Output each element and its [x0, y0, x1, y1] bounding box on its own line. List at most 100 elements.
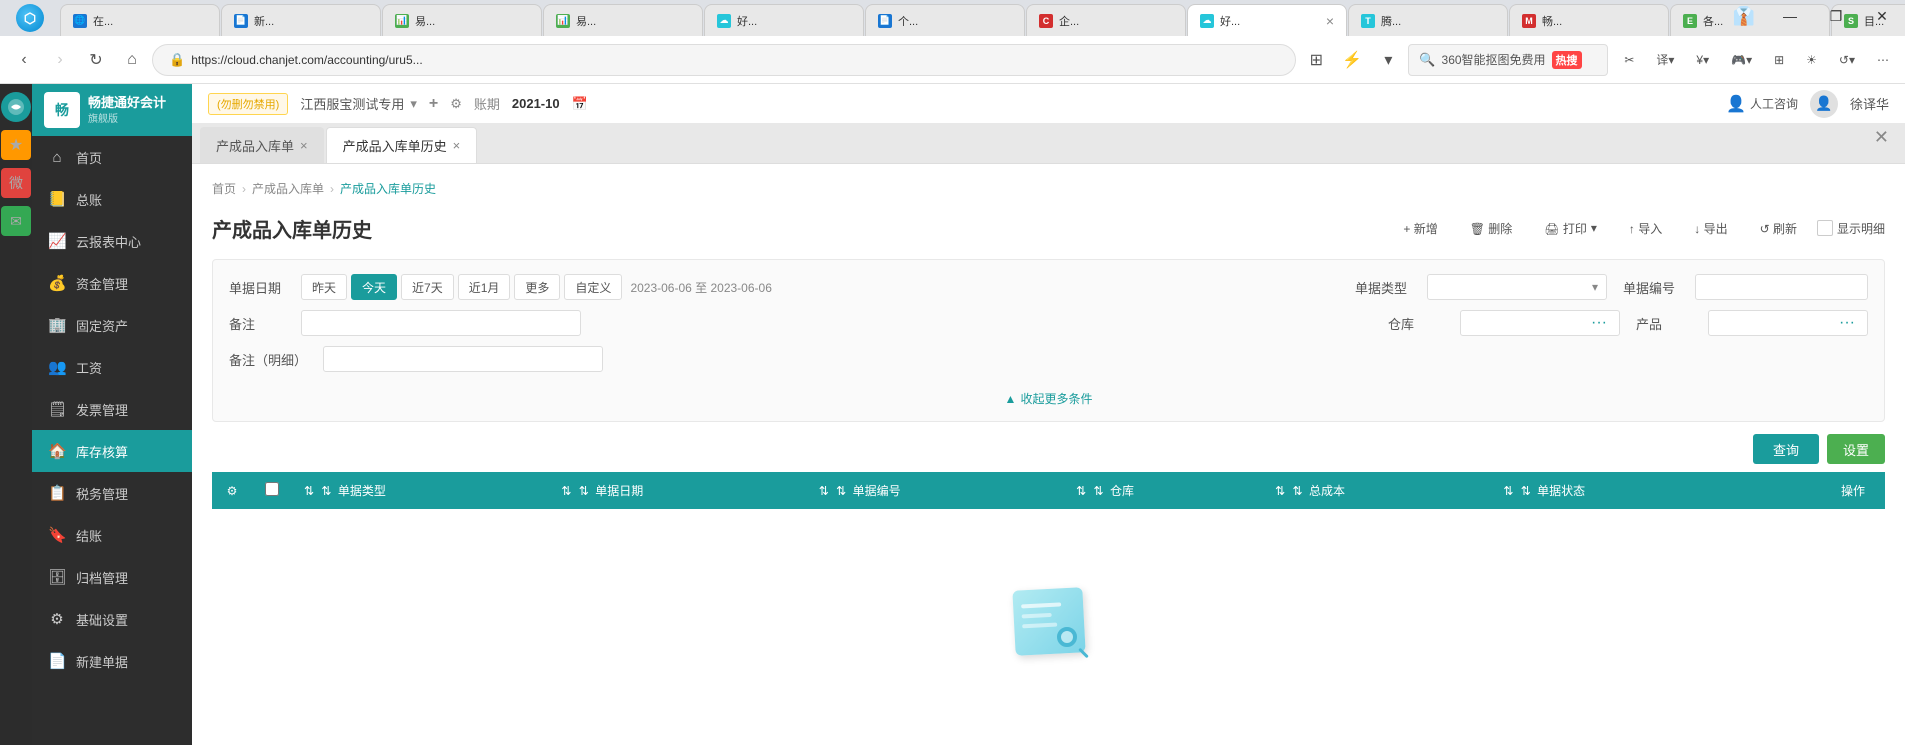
- add-company-button[interactable]: +: [429, 95, 438, 113]
- content-tabs: 产成品入库单 × 产成品入库单历史 × ✕: [192, 124, 1905, 164]
- sidebar-item-tax-label: 税务管理: [76, 484, 128, 503]
- display-checkbox[interactable]: [1817, 220, 1833, 236]
- table-col-status[interactable]: ⇅ 单据状态: [1491, 472, 1748, 509]
- tab-t10[interactable]: M 畅...: [1509, 4, 1669, 36]
- tab-t9[interactable]: T 腾...: [1348, 4, 1508, 36]
- sidebar-item-inventory[interactable]: 🏠 库存核算: [32, 430, 192, 472]
- print-dropdown-button[interactable]: 🖨 打印 ▾: [1532, 213, 1609, 243]
- export-button[interactable]: ↓ 导出: [1682, 213, 1739, 243]
- sidebar-item-assets[interactable]: 🏢 固定资产: [32, 304, 192, 346]
- table-col-date[interactable]: ⇅ 单据日期: [549, 472, 806, 509]
- sidebar-item-ledger[interactable]: 📒 总账: [32, 178, 192, 220]
- voucher-type-select[interactable]: ▾: [1427, 274, 1607, 300]
- date-btn-7days[interactable]: 近7天: [401, 274, 454, 300]
- sidebar-item-payroll[interactable]: 👥 工资: [32, 346, 192, 388]
- tab-t5[interactable]: ☁ 好...: [704, 4, 864, 36]
- remark-input[interactable]: [301, 310, 581, 336]
- sidebar-star-btn[interactable]: ★: [1, 130, 31, 160]
- sidebar-header[interactable]: 畅 畅捷通好会计 旗舰版: [32, 84, 192, 136]
- company-selector[interactable]: 江西服宝测试专用 ▾: [300, 94, 417, 113]
- date-btn-custom[interactable]: 自定义: [564, 274, 622, 300]
- home-button[interactable]: ⌂: [116, 44, 148, 76]
- tab-t2[interactable]: 📄 新...: [221, 4, 381, 36]
- tab-t6[interactable]: 📄 个...: [865, 4, 1025, 36]
- scissors-toolbar-btn[interactable]: ✂: [1616, 44, 1642, 76]
- game-toolbar-btn[interactable]: 🎮▾: [1723, 44, 1760, 76]
- table-col-no[interactable]: ⇅ 单据编号: [807, 472, 1064, 509]
- date-btn-today[interactable]: 今天: [351, 274, 397, 300]
- table-col-cost[interactable]: ⇅ 总成本: [1263, 472, 1491, 509]
- sidebar-mail-btn[interactable]: ✉: [1, 206, 31, 236]
- tab-t4[interactable]: 📊 易...: [543, 4, 703, 36]
- product-select[interactable]: ···: [1708, 310, 1868, 336]
- tab-close-t8[interactable]: ×: [1326, 13, 1334, 29]
- panel-close-button[interactable]: ✕: [1874, 128, 1889, 146]
- sidebar-item-funds[interactable]: 💰 资金管理: [32, 262, 192, 304]
- tab-voucher-history-close[interactable]: ×: [453, 138, 461, 153]
- query-button[interactable]: 查询: [1753, 434, 1819, 464]
- sidebar-weibo-btn[interactable]: 微: [1, 168, 31, 198]
- tab-voucher-history[interactable]: 产成品入库单历史 ×: [326, 127, 478, 163]
- tab-t3[interactable]: 📊 易...: [382, 4, 542, 36]
- tab-t8[interactable]: ☁ 好... ×: [1187, 4, 1347, 36]
- forward-button[interactable]: ›: [44, 44, 76, 76]
- undo-toolbar-btn[interactable]: ↺▾: [1831, 44, 1863, 76]
- tab-voucher-list-close[interactable]: ×: [300, 138, 308, 153]
- sidebar-item-reports[interactable]: 📈 云报表中心: [32, 220, 192, 262]
- company-settings-button[interactable]: ⚙: [450, 96, 462, 112]
- sidebar-item-invoice[interactable]: 🗒 发票管理: [32, 388, 192, 430]
- browser-logo[interactable]: ⬡: [16, 4, 44, 32]
- voucher-no-input[interactable]: [1695, 274, 1868, 300]
- user-service-button[interactable]: 👤 人工咨询: [1726, 94, 1798, 114]
- address-input[interactable]: 🔒 https://cloud.chanjet.com/accounting/u…: [152, 44, 1296, 76]
- collapse-more-button[interactable]: ▲ 收起更多条件: [1005, 390, 1093, 407]
- back-button[interactable]: ‹: [8, 44, 40, 76]
- window-close-button[interactable]: ✕: [1859, 0, 1905, 32]
- lightning-button[interactable]: ⚡: [1336, 44, 1368, 76]
- settings-button[interactable]: 设置: [1827, 434, 1885, 464]
- calendar-icon[interactable]: 📅: [572, 96, 588, 112]
- table-col-cost-label: 总成本: [1309, 484, 1345, 498]
- sidebar-item-tax[interactable]: 📋 税务管理: [32, 472, 192, 514]
- refresh-button[interactable]: ↻: [80, 44, 112, 76]
- new-button[interactable]: + 新增: [1391, 213, 1449, 243]
- window-restore-button[interactable]: ❐: [1813, 0, 1859, 32]
- date-btn-1month[interactable]: 近1月: [458, 274, 511, 300]
- chanjet-icon[interactable]: [1, 92, 31, 122]
- table-gear-icon[interactable]: ⚙: [227, 484, 238, 498]
- date-btn-more[interactable]: 更多: [514, 274, 560, 300]
- window-shirt-icon[interactable]: 👔: [1721, 0, 1767, 32]
- tab-voucher-list[interactable]: 产成品入库单 ×: [200, 127, 324, 163]
- breadcrumb-home[interactable]: 首页: [212, 180, 236, 197]
- tab-t1[interactable]: 🌐 在...: [60, 4, 220, 36]
- grid-toolbar-btn[interactable]: ⊞: [1766, 44, 1792, 76]
- select-all-checkbox[interactable]: [265, 482, 279, 496]
- date-btn-yesterday[interactable]: 昨天: [301, 274, 347, 300]
- rmb-toolbar-btn[interactable]: ¥▾: [1688, 44, 1717, 76]
- table-col-gear[interactable]: ⚙: [212, 472, 252, 509]
- sidebar-item-settle[interactable]: 🔖 结账: [32, 514, 192, 556]
- sidebar-item-home[interactable]: ⌂ 首页: [32, 136, 192, 178]
- window-minimize-button[interactable]: —: [1767, 0, 1813, 32]
- sidebar-item-archive[interactable]: 🗄 归档管理: [32, 556, 192, 598]
- refresh-button-page[interactable]: ↺ 刷新: [1748, 213, 1809, 243]
- delete-button[interactable]: 🗑 删除: [1458, 213, 1525, 243]
- tab-t7[interactable]: C 企...: [1026, 4, 1186, 36]
- translate-toolbar-btn[interactable]: 译▾: [1648, 44, 1682, 76]
- user-avatar[interactable]: 👤: [1810, 90, 1838, 118]
- breadcrumb-voucher-list[interactable]: 产成品入库单: [252, 180, 324, 197]
- extensions-button[interactable]: ⊞: [1300, 44, 1332, 76]
- table-col-type[interactable]: ⇅ 单据类型: [292, 472, 549, 509]
- search-bar[interactable]: 🔍 360智能抠图免费用 热搜: [1408, 44, 1608, 76]
- display-toggle[interactable]: 显示明细: [1817, 220, 1885, 237]
- more-toolbar-btn[interactable]: ⋯: [1869, 44, 1897, 76]
- warehouse-select[interactable]: ···: [1460, 310, 1620, 336]
- import-button[interactable]: ↑ 导入: [1617, 213, 1674, 243]
- sidebar-item-newdoc[interactable]: 📄 新建单据: [32, 640, 192, 682]
- dropdown-button[interactable]: ▾: [1372, 44, 1404, 76]
- remark-detail-input[interactable]: [323, 346, 603, 372]
- table-col-warehouse[interactable]: ⇅ 仓库: [1064, 472, 1263, 509]
- sidebar-item-basic[interactable]: ⚙ 基础设置: [32, 598, 192, 640]
- sun-toolbar-btn[interactable]: ☀: [1798, 44, 1825, 76]
- table-col-check[interactable]: [252, 472, 292, 509]
